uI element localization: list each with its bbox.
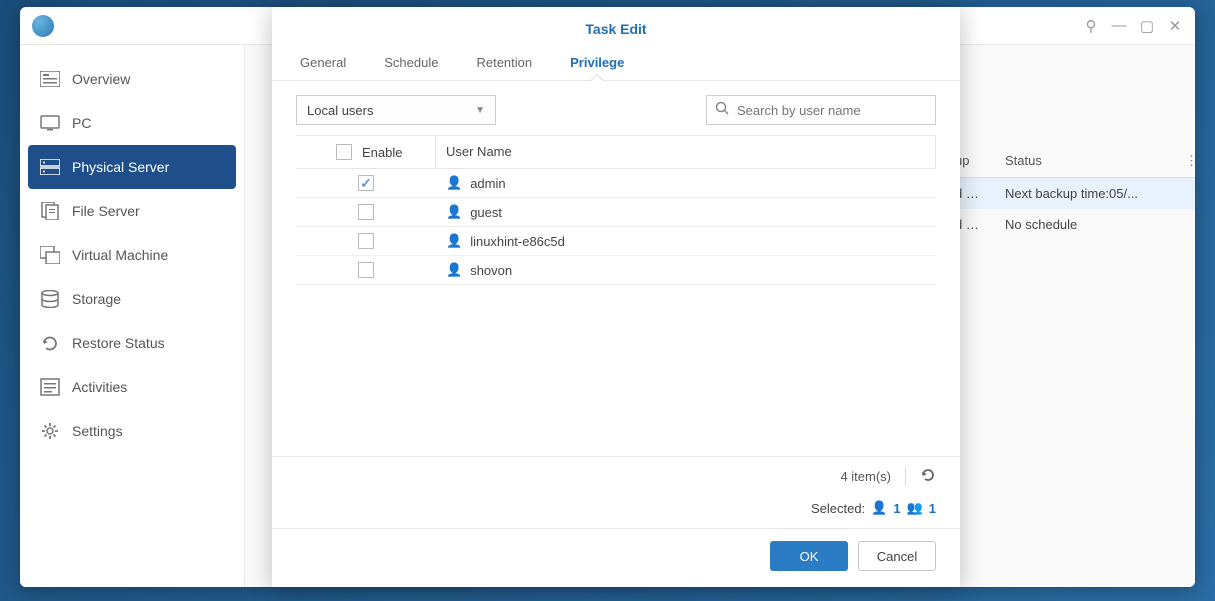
user-icon: 👤 (446, 175, 462, 191)
gear-icon (40, 422, 60, 440)
sidebar-item-storage[interactable]: Storage (28, 277, 236, 321)
sidebar: Overview PC Physical Server File Server … (20, 45, 245, 587)
sidebar-item-label: PC (72, 115, 91, 131)
enable-checkbox[interactable] (358, 204, 374, 220)
background-table: up Status ⋮ d up ... Next backup time:05… (945, 145, 1195, 240)
dialog-title: Task Edit (272, 7, 960, 49)
sidebar-item-overview[interactable]: Overview (28, 57, 236, 101)
user-icon: 👤 (871, 500, 887, 516)
sidebar-item-virtual-machine[interactable]: Virtual Machine (28, 233, 236, 277)
users-icon: 👥 (907, 500, 923, 516)
cancel-button[interactable]: Cancel (858, 541, 936, 571)
dropdown-value: Local users (307, 103, 373, 118)
tab-schedule[interactable]: Schedule (380, 49, 442, 80)
sidebar-item-pc[interactable]: PC (28, 101, 236, 145)
task-edit-dialog: Task Edit General Schedule Retention Pri… (272, 7, 960, 587)
search-box[interactable] (706, 95, 936, 125)
app-icon (32, 15, 54, 37)
minimize-icon[interactable]: — (1111, 17, 1127, 35)
selected-multi-count: 1 (929, 501, 936, 516)
ok-button[interactable]: OK (770, 541, 848, 571)
more-icon[interactable]: ⋮ (1175, 145, 1195, 177)
selected-single-count: 1 (893, 501, 900, 516)
enable-checkbox[interactable] (358, 233, 374, 249)
user-group-dropdown[interactable]: Local users ▼ (296, 95, 496, 125)
overview-icon (40, 70, 60, 88)
user-icon: 👤 (446, 262, 462, 278)
sidebar-item-file-server[interactable]: File Server (28, 189, 236, 233)
server-icon (40, 158, 60, 176)
table-row[interactable]: 👤linuxhint-e86c5d (296, 227, 936, 256)
table-row[interactable]: 👤admin (296, 169, 936, 198)
bg-row[interactable]: d up ... Next backup time:05/... (945, 178, 1195, 209)
user-icon: 👤 (446, 204, 462, 220)
pin-icon[interactable]: ⚲ (1083, 17, 1099, 35)
sidebar-item-label: Storage (72, 291, 121, 307)
vm-icon (40, 246, 60, 264)
sidebar-item-settings[interactable]: Settings (28, 409, 236, 453)
maximize-icon[interactable]: ▢ (1139, 17, 1155, 35)
storage-icon (40, 290, 60, 308)
sidebar-item-label: File Server (72, 203, 140, 219)
sidebar-item-restore-status[interactable]: Restore Status (28, 321, 236, 365)
item-count: 4 item(s) (840, 469, 891, 484)
sidebar-item-label: Settings (72, 423, 123, 439)
pc-icon (40, 114, 60, 132)
search-input[interactable] (737, 103, 927, 118)
search-icon (715, 101, 729, 120)
close-icon[interactable]: ✕ (1167, 17, 1183, 35)
tab-privilege[interactable]: Privilege (566, 49, 628, 80)
sidebar-item-physical-server[interactable]: Physical Server (28, 145, 236, 189)
chevron-down-icon: ▼ (475, 105, 485, 116)
sidebar-item-label: Physical Server (72, 159, 169, 175)
bg-row[interactable]: d up ... No schedule (945, 209, 1195, 240)
tabs: General Schedule Retention Privilege (272, 49, 960, 81)
tab-retention[interactable]: Retention (472, 49, 536, 80)
table-row[interactable]: 👤guest (296, 198, 936, 227)
refresh-icon[interactable] (905, 467, 936, 486)
enable-checkbox[interactable] (358, 262, 374, 278)
sidebar-item-label: Restore Status (72, 335, 165, 351)
enable-checkbox[interactable] (358, 175, 374, 191)
activities-icon (40, 378, 60, 396)
select-all-checkbox[interactable] (336, 144, 352, 160)
user-table: Enable User Name 👤admin 👤guest 👤linuxhin… (296, 135, 936, 456)
sidebar-item-label: Overview (72, 71, 130, 87)
col-enable[interactable]: Enable (296, 136, 436, 168)
user-icon: 👤 (446, 233, 462, 249)
sidebar-item-label: Activities (72, 379, 127, 395)
file-server-icon (40, 202, 60, 220)
table-row[interactable]: 👤shovon (296, 256, 936, 285)
col-username[interactable]: User Name (436, 136, 936, 168)
tab-general[interactable]: General (296, 49, 350, 80)
restore-icon (40, 334, 60, 352)
sidebar-item-label: Virtual Machine (72, 247, 168, 263)
selected-label: Selected: (811, 501, 865, 516)
bg-col-status: Status (995, 145, 1175, 177)
sidebar-item-activities[interactable]: Activities (28, 365, 236, 409)
